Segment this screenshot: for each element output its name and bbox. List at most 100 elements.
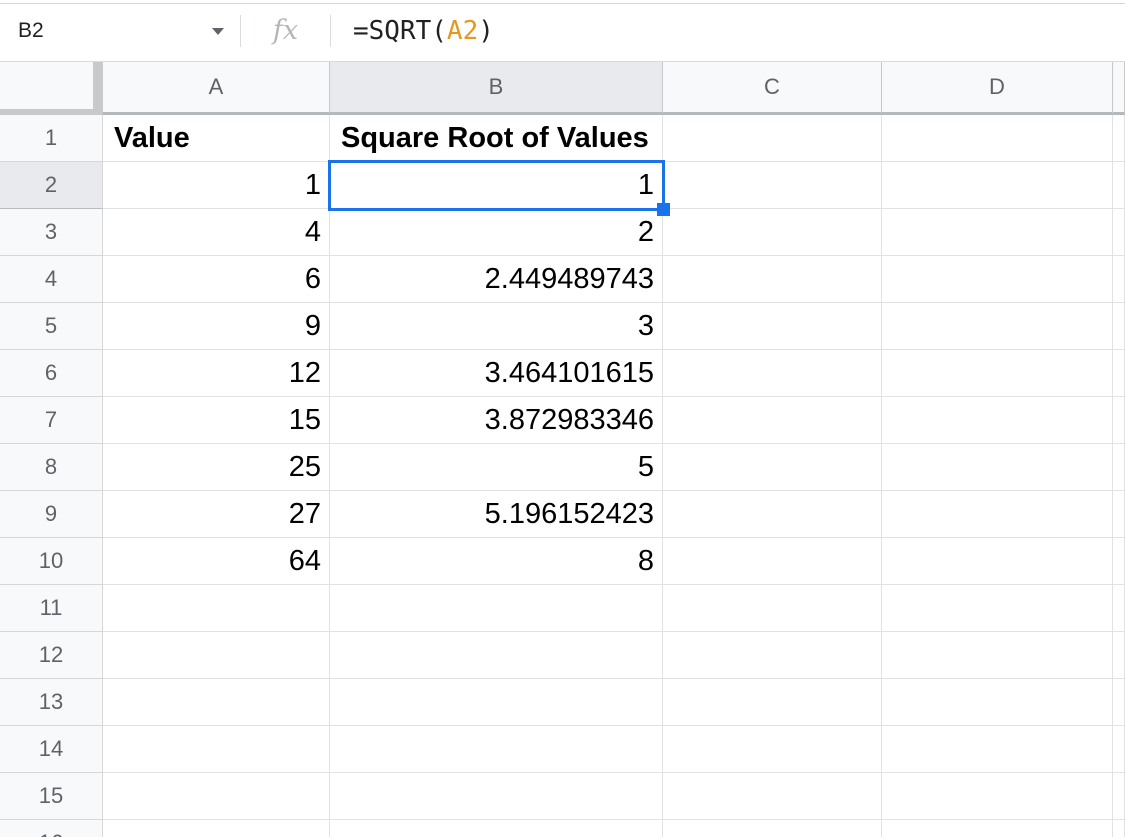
cell-A1[interactable]: Value bbox=[103, 115, 330, 162]
cell-B13[interactable] bbox=[330, 679, 663, 726]
cell-D9[interactable] bbox=[882, 491, 1113, 538]
cell-E6[interactable] bbox=[1113, 350, 1125, 397]
cell-A15[interactable] bbox=[103, 773, 330, 820]
cell-E8[interactable] bbox=[1113, 444, 1125, 491]
cell-E13[interactable] bbox=[1113, 679, 1125, 726]
cell-D11[interactable] bbox=[882, 585, 1113, 632]
cell-B12[interactable] bbox=[330, 632, 663, 679]
cell-B11[interactable] bbox=[330, 585, 663, 632]
cell-D10[interactable] bbox=[882, 538, 1113, 585]
cell-E10[interactable] bbox=[1113, 538, 1125, 585]
cell-A9[interactable]: 27 bbox=[103, 491, 330, 538]
cell-C15[interactable] bbox=[663, 773, 882, 820]
row-header-11[interactable]: 11 bbox=[0, 585, 103, 632]
cell-B9[interactable]: 5.196152423 bbox=[330, 491, 663, 538]
cell-E12[interactable] bbox=[1113, 632, 1125, 679]
cell-B2[interactable]: 1 bbox=[330, 162, 663, 209]
cell-B5[interactable]: 3 bbox=[330, 303, 663, 350]
cell-D5[interactable] bbox=[882, 303, 1113, 350]
name-box-dropdown-icon[interactable] bbox=[212, 28, 224, 35]
cell-D15[interactable] bbox=[882, 773, 1113, 820]
row-header-13[interactable]: 13 bbox=[0, 679, 103, 726]
cell-D14[interactable] bbox=[882, 726, 1113, 773]
cell-A11[interactable] bbox=[103, 585, 330, 632]
cell-E7[interactable] bbox=[1113, 397, 1125, 444]
column-header-c[interactable]: C bbox=[663, 62, 882, 115]
row-header-14[interactable]: 14 bbox=[0, 726, 103, 773]
cell-D3[interactable] bbox=[882, 209, 1113, 256]
cell-C6[interactable] bbox=[663, 350, 882, 397]
row-header-12[interactable]: 12 bbox=[0, 632, 103, 679]
row-header-4[interactable]: 4 bbox=[0, 256, 103, 303]
row-header-10[interactable]: 10 bbox=[0, 538, 103, 585]
cell-A14[interactable] bbox=[103, 726, 330, 773]
cell-C8[interactable] bbox=[663, 444, 882, 491]
cell-D16[interactable] bbox=[882, 820, 1113, 837]
cell-B14[interactable] bbox=[330, 726, 663, 773]
cell-E16[interactable] bbox=[1113, 820, 1125, 837]
cell-A12[interactable] bbox=[103, 632, 330, 679]
cell-D6[interactable] bbox=[882, 350, 1113, 397]
column-header-b[interactable]: B bbox=[330, 62, 663, 115]
cell-E14[interactable] bbox=[1113, 726, 1125, 773]
row-header-1[interactable]: 1 bbox=[0, 115, 103, 162]
cell-B4[interactable]: 2.449489743 bbox=[330, 256, 663, 303]
cell-D7[interactable] bbox=[882, 397, 1113, 444]
column-header-sliver[interactable] bbox=[1113, 62, 1125, 115]
cell-A13[interactable] bbox=[103, 679, 330, 726]
cell-D12[interactable] bbox=[882, 632, 1113, 679]
cell-C9[interactable] bbox=[663, 491, 882, 538]
cell-A6[interactable]: 12 bbox=[103, 350, 330, 397]
cell-C5[interactable] bbox=[663, 303, 882, 350]
cell-E3[interactable] bbox=[1113, 209, 1125, 256]
row-header-6[interactable]: 6 bbox=[0, 350, 103, 397]
cell-E11[interactable] bbox=[1113, 585, 1125, 632]
row-header-2[interactable]: 2 bbox=[0, 162, 103, 209]
cell-C12[interactable] bbox=[663, 632, 882, 679]
row-header-7[interactable]: 7 bbox=[0, 397, 103, 444]
cell-D13[interactable] bbox=[882, 679, 1113, 726]
cell-C16[interactable] bbox=[663, 820, 882, 837]
cell-A4[interactable]: 6 bbox=[103, 256, 330, 303]
cell-C4[interactable] bbox=[663, 256, 882, 303]
cell-E4[interactable] bbox=[1113, 256, 1125, 303]
cell-C11[interactable] bbox=[663, 585, 882, 632]
cell-E1[interactable] bbox=[1113, 115, 1125, 162]
row-header-9[interactable]: 9 bbox=[0, 491, 103, 538]
cell-C1[interactable] bbox=[663, 115, 882, 162]
cell-B6[interactable]: 3.464101615 bbox=[330, 350, 663, 397]
row-header-3[interactable]: 3 bbox=[0, 209, 103, 256]
cell-D4[interactable] bbox=[882, 256, 1113, 303]
cell-B15[interactable] bbox=[330, 773, 663, 820]
cell-A3[interactable]: 4 bbox=[103, 209, 330, 256]
cell-B16[interactable] bbox=[330, 820, 663, 837]
cell-B8[interactable]: 5 bbox=[330, 444, 663, 491]
column-header-d[interactable]: D bbox=[882, 62, 1113, 115]
cell-B10[interactable]: 8 bbox=[330, 538, 663, 585]
cell-C14[interactable] bbox=[663, 726, 882, 773]
cell-B7[interactable]: 3.872983346 bbox=[330, 397, 663, 444]
cell-D8[interactable] bbox=[882, 444, 1113, 491]
cell-A10[interactable]: 64 bbox=[103, 538, 330, 585]
cell-E15[interactable] bbox=[1113, 773, 1125, 820]
cell-C3[interactable] bbox=[663, 209, 882, 256]
cell-B3[interactable]: 2 bbox=[330, 209, 663, 256]
select-all-corner[interactable] bbox=[0, 62, 103, 115]
column-header-a[interactable]: A bbox=[103, 62, 330, 115]
row-header-15[interactable]: 15 bbox=[0, 773, 103, 820]
cell-A16[interactable] bbox=[103, 820, 330, 837]
cell-E9[interactable] bbox=[1113, 491, 1125, 538]
row-header-8[interactable]: 8 bbox=[0, 444, 103, 491]
cell-E5[interactable] bbox=[1113, 303, 1125, 350]
cell-D2[interactable] bbox=[882, 162, 1113, 209]
row-header-16[interactable]: 16 bbox=[0, 820, 103, 837]
name-box[interactable]: B2 bbox=[0, 0, 240, 61]
cell-C7[interactable] bbox=[663, 397, 882, 444]
cell-C10[interactable] bbox=[663, 538, 882, 585]
cell-D1[interactable] bbox=[882, 115, 1113, 162]
cell-A2[interactable]: 1 bbox=[103, 162, 330, 209]
cell-A5[interactable]: 9 bbox=[103, 303, 330, 350]
cell-E2[interactable] bbox=[1113, 162, 1125, 209]
cell-A8[interactable]: 25 bbox=[103, 444, 330, 491]
cell-C2[interactable] bbox=[663, 162, 882, 209]
